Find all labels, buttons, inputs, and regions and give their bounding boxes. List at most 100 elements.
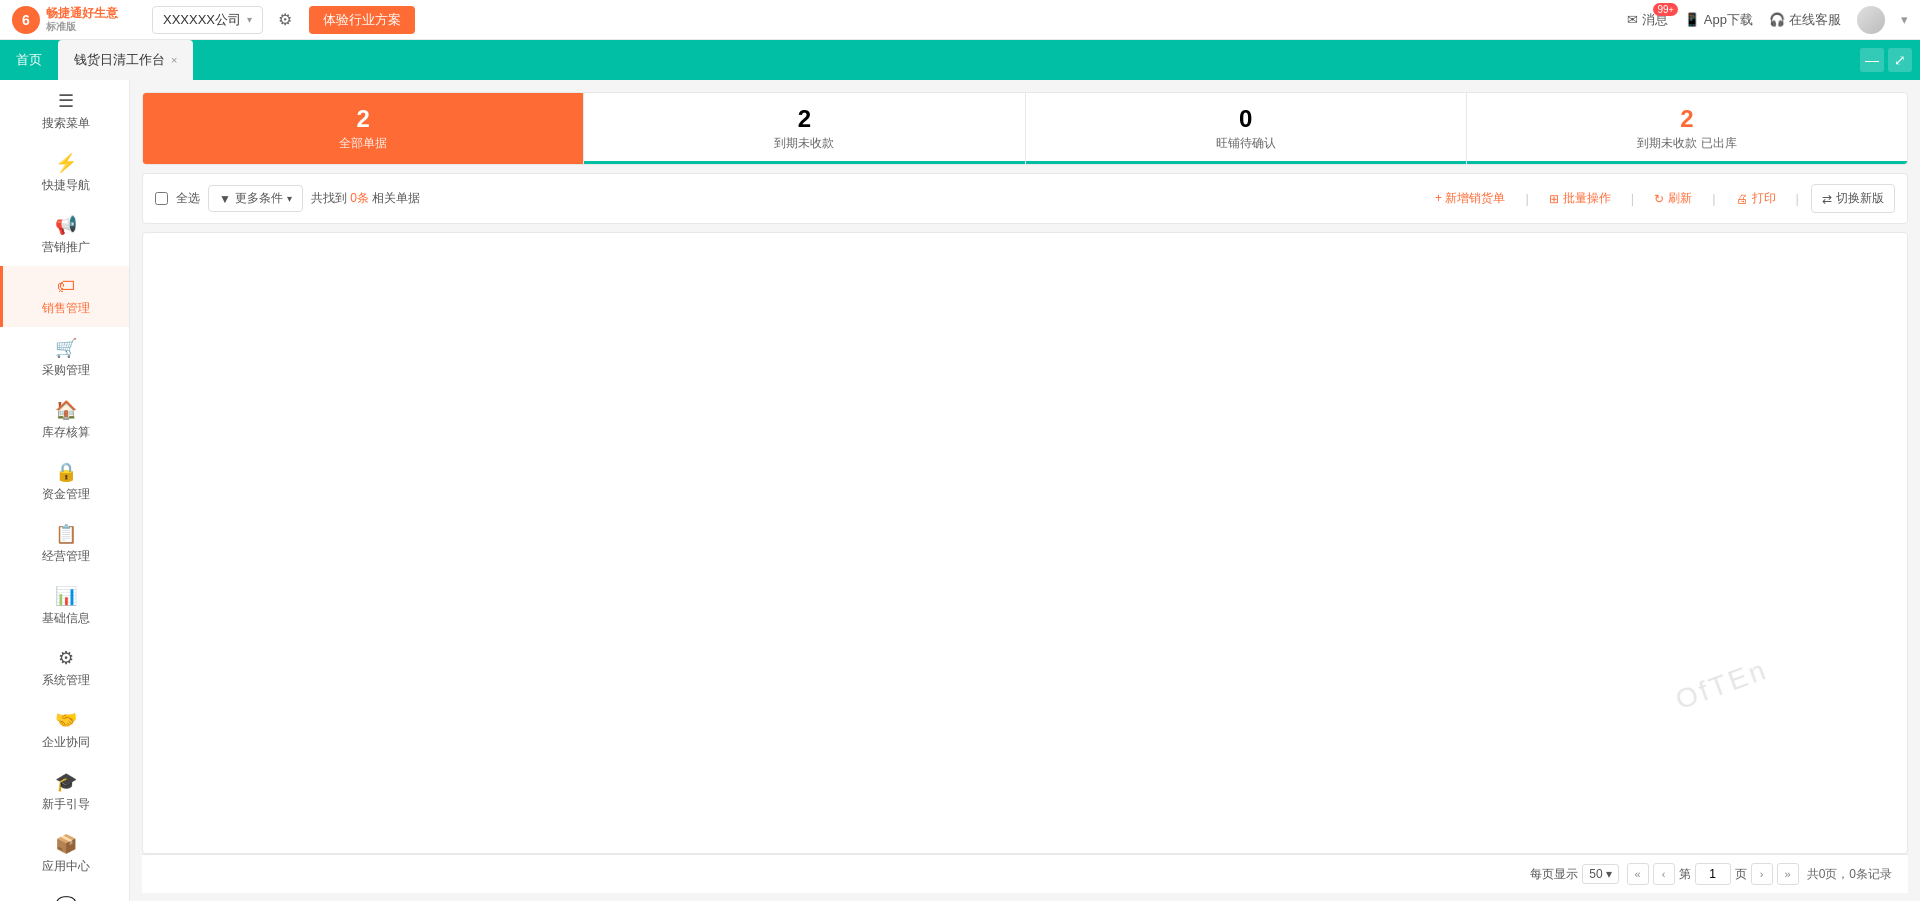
next-page-button[interactable]: › [1751, 863, 1773, 885]
wechat-icon: 💬 [55, 895, 77, 901]
sidebar-item-system[interactable]: ⚙ 系统管理 [0, 637, 129, 699]
summary-cards: 2 全部单据 2 到期未收款 0 旺铺待确认 2 到期未收款 已出库 [142, 92, 1908, 165]
app-name: 畅捷通好生意 [46, 6, 118, 20]
username: ▾ [1901, 12, 1908, 27]
sidebar-item-sales[interactable]: 🏷 销售管理 [0, 266, 129, 327]
app-version: 标准版 [46, 21, 118, 33]
summary-card-all[interactable]: 2 全部单据 [143, 93, 584, 164]
inventory-icon: 🏠 [55, 399, 77, 421]
sidebar-item-guide[interactable]: 🎓 新手引导 [0, 761, 129, 823]
first-page-button[interactable]: « [1627, 863, 1649, 885]
avatar[interactable] [1857, 6, 1885, 34]
sidebar-item-marketing[interactable]: 📢 营销推广 [0, 204, 129, 266]
app-download-label: App下载 [1704, 11, 1753, 29]
last-page-button[interactable]: » [1777, 863, 1799, 885]
filter-button[interactable]: ▼ 更多条件 ▾ [208, 185, 303, 212]
chevron-down-icon: ▾ [247, 14, 252, 25]
system-icon: ⚙ [58, 647, 74, 669]
divider: | [1525, 191, 1528, 206]
online-service-button[interactable]: 🎧 在线客服 [1769, 11, 1841, 29]
nav-tabs: 首页 钱货日清工作台 × — ⤢ [0, 40, 1920, 80]
guide-icon: 🎓 [55, 771, 77, 793]
sidebar-item-finance[interactable]: 🔒 资金管理 [0, 451, 129, 513]
sidebar-item-wechat[interactable]: 💬 企业微信 [0, 885, 129, 901]
tab-actions: — ⤢ [1852, 48, 1920, 72]
page-navigation: « ‹ 第 页 › » [1627, 863, 1799, 885]
page-suffix: 页 [1735, 866, 1747, 883]
card-num-all: 2 [159, 105, 567, 133]
card-label-shipped: 到期未收款 已出库 [1483, 135, 1891, 152]
refresh-button[interactable]: ↻ 刷新 [1646, 186, 1700, 211]
main-layout: ☰ 搜索菜单 ⚡ 快捷导航 📢 营销推广 🏷 销售管理 🛒 采购管理 🏠 库存核… [0, 80, 1920, 901]
page-number-input[interactable] [1695, 863, 1731, 885]
enterprise-icon: 🤝 [55, 709, 77, 731]
marketing-icon: 📢 [55, 214, 77, 236]
found-text: 共找到 0条 相关单据 [311, 190, 420, 207]
sidebar-item-enterprise[interactable]: 🤝 企业协同 [0, 699, 129, 761]
tab-qianhuoriclear[interactable]: 钱货日清工作台 × [58, 40, 193, 80]
page-size-value: 50 [1589, 867, 1602, 881]
batch-operation-button[interactable]: ⊞ 批量操作 [1541, 186, 1619, 211]
message-button[interactable]: ✉ 消息 99+ [1627, 11, 1668, 29]
sidebar-item-apps[interactable]: 📦 应用中心 [0, 823, 129, 885]
tab-home[interactable]: 首页 [0, 40, 58, 80]
sidebar-item-operations[interactable]: 📋 经营管理 [0, 513, 129, 575]
purchase-icon: 🛒 [55, 337, 77, 359]
sidebar: ☰ 搜索菜单 ⚡ 快捷导航 📢 营销推广 🏷 销售管理 🛒 采购管理 🏠 库存核… [0, 80, 130, 901]
app-download-button[interactable]: 📱 App下载 [1684, 11, 1753, 29]
switch-icon: ⇄ [1822, 192, 1832, 206]
tab-minimize-button[interactable]: — [1860, 48, 1884, 72]
batch-icon: ⊞ [1549, 192, 1559, 206]
message-icon: ✉ [1627, 12, 1638, 27]
app-logo-icon: 6 [12, 6, 40, 34]
quicknav-icon: ⚡ [55, 152, 77, 174]
download-icon: 📱 [1684, 12, 1700, 27]
sales-icon: 🏷 [57, 276, 75, 297]
per-page-selector: 每页显示 50 ▾ [1530, 864, 1618, 884]
summary-card-overdue[interactable]: 2 到期未收款 [584, 93, 1025, 164]
page-size-dropdown[interactable]: 50 ▾ [1582, 864, 1618, 884]
card-label-overdue: 到期未收款 [600, 135, 1008, 152]
sidebar-item-basicinfo[interactable]: 📊 基础信息 [0, 575, 129, 637]
company-selector[interactable]: XXXXXX公司 ▾ [152, 6, 263, 34]
page-total: 共0页，0条记录 [1807, 866, 1892, 883]
per-page-label: 每页显示 [1530, 866, 1578, 883]
select-all-checkbox[interactable] [155, 192, 168, 205]
apps-icon: 📦 [55, 833, 77, 855]
content-area: 2 全部单据 2 到期未收款 0 旺铺待确认 2 到期未收款 已出库 全选 [130, 80, 1920, 901]
company-name: XXXXXX公司 [163, 11, 241, 29]
empty-state [143, 233, 1907, 853]
page-size-chevron-icon: ▾ [1606, 867, 1612, 881]
chevron-down-icon: ▾ [287, 193, 292, 204]
add-sales-order-button[interactable]: + 新增销货单 [1427, 186, 1513, 211]
message-badge: 99+ [1653, 3, 1677, 16]
sidebar-item-inventory[interactable]: 🏠 库存核算 [0, 389, 129, 451]
page-prefix: 第 [1679, 866, 1691, 883]
sidebar-item-quicknav[interactable]: ⚡ 快捷导航 [0, 142, 129, 204]
summary-card-wangpu[interactable]: 0 旺铺待确认 [1026, 93, 1467, 164]
prev-page-button[interactable]: ‹ [1653, 863, 1675, 885]
print-button[interactable]: 🖨 打印 [1728, 186, 1784, 211]
finance-icon: 🔒 [55, 461, 77, 483]
sidebar-item-purchase[interactable]: 🛒 采购管理 [0, 327, 129, 389]
close-tab-icon[interactable]: × [171, 54, 177, 66]
trial-button[interactable]: 体验行业方案 [309, 6, 415, 34]
settings-button[interactable]: ⚙ [271, 6, 299, 34]
search-menu-icon: ☰ [58, 90, 74, 112]
filter-icon: ▼ [219, 192, 231, 206]
switch-new-version-button[interactable]: ⇄ 切换新版 [1811, 184, 1895, 213]
top-bar: 6 畅捷通好生意 标准版 XXXXXX公司 ▾ ⚙ 体验行业方案 ✉ 消息 99… [0, 0, 1920, 40]
card-label-wangpu: 旺铺待确认 [1042, 135, 1450, 152]
operations-icon: 📋 [55, 523, 77, 545]
refresh-icon: ↻ [1654, 192, 1664, 206]
sidebar-item-search[interactable]: ☰ 搜索菜单 [0, 80, 129, 142]
online-service-label: 在线客服 [1789, 11, 1841, 29]
card-num-overdue: 2 [600, 105, 1008, 133]
found-count: 0条 [350, 191, 369, 205]
card-num-shipped: 2 [1483, 105, 1891, 133]
tab-maximize-button[interactable]: ⤢ [1888, 48, 1912, 72]
divider4: | [1796, 191, 1799, 206]
card-num-wangpu: 0 [1042, 105, 1450, 133]
summary-card-shipped[interactable]: 2 到期未收款 已出库 [1467, 93, 1907, 164]
select-all-label: 全选 [176, 190, 200, 207]
